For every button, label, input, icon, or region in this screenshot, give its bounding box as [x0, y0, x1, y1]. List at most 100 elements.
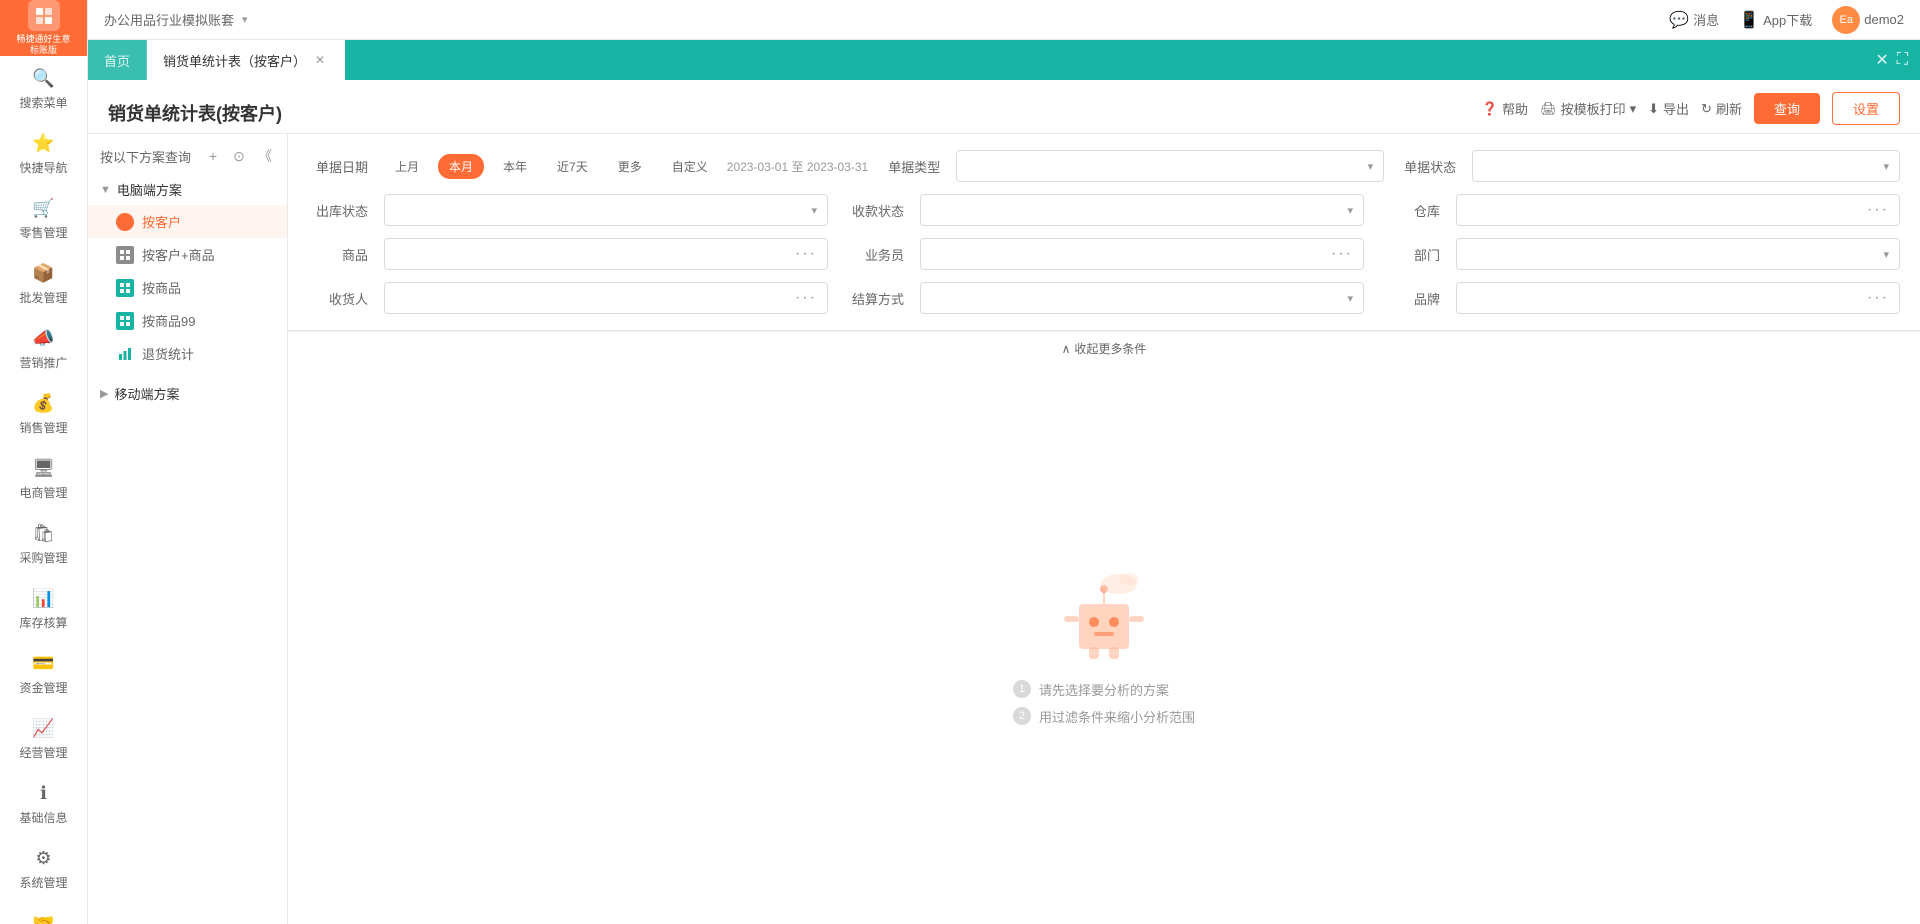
doc-type-field[interactable]: ▾: [956, 150, 1384, 182]
sidebar-item-marketing[interactable]: 📣 营销推广: [0, 316, 88, 381]
department-label: 部门: [1380, 245, 1440, 264]
tab-expand-button[interactable]: ⛶: [1897, 51, 1908, 69]
tab-close-button[interactable]: ✕: [312, 52, 328, 68]
logo-text: 畅捷通好生意: [16, 34, 70, 45]
shipment-label: 出库状态: [308, 201, 368, 220]
refresh-button[interactable]: ↻ 刷新: [1701, 99, 1742, 118]
settlement-field[interactable]: ▾: [920, 282, 1364, 314]
sidebar-item-finance[interactable]: 💳 资金管理: [0, 641, 88, 706]
breadcrumb: 办公用品行业模拟账套: [104, 10, 234, 29]
sidebar-item-inventory[interactable]: 📊 库存核算: [0, 576, 88, 641]
scheme-add-button[interactable]: +: [203, 146, 223, 166]
sidebar-item-quick-nav[interactable]: ⭐ 快捷导航: [0, 121, 88, 186]
purchase-icon: 🛍: [32, 521, 56, 545]
basic-icon: ℹ: [32, 781, 56, 805]
scheme-item-by-goods-99[interactable]: 按商品99: [88, 304, 287, 337]
mobile-group-label: 移动端方案: [114, 384, 179, 403]
content-area: 销货单统计表(按客户) ❓ 帮助 🖨 按模板打印 ▾ ⬇ 导出 ↻ 刷新: [88, 80, 1920, 924]
date-tag-this-year[interactable]: 本年: [492, 154, 538, 179]
sidebar-item-retail[interactable]: 🛒 零售管理: [0, 186, 88, 251]
desktop-group-arrow: ▼: [100, 184, 111, 196]
brand-field[interactable]: ···: [1456, 282, 1900, 314]
date-tag-more[interactable]: 更多: [607, 154, 653, 179]
sidebar-item-system[interactable]: ⚙ 系统管理: [0, 836, 88, 901]
sidebar-item-purchase[interactable]: 🛍 采购管理: [0, 511, 88, 576]
sidebar-label-marketing: 营销推广: [19, 354, 67, 371]
filter-row-4: 收货人 ··· 结算方式 ▾ 品牌 ···: [308, 282, 1900, 314]
mobile-group-arrow: ▶: [100, 387, 108, 400]
collapse-button[interactable]: ∧ 收起更多条件: [288, 331, 1920, 365]
salesperson-field[interactable]: ···: [920, 238, 1364, 270]
shipment-field[interactable]: ▾: [384, 194, 828, 226]
print-button[interactable]: 🖨 按模板打印 ▾: [1540, 99, 1636, 118]
warehouse-field[interactable]: ···: [1456, 194, 1900, 226]
sidebar-item-search[interactable]: 🔍 搜索菜单: [0, 56, 88, 121]
finance-icon: 💳: [32, 651, 56, 675]
sidebar-label-basic: 基础信息: [19, 809, 67, 826]
scheme-panel: 按以下方案查询 + ⊙ 《 ▼ 电脑端方案: [88, 134, 288, 924]
date-tag-this-month[interactable]: 本月: [438, 154, 484, 179]
scheme-label-by-goods-99: 按商品99: [142, 311, 195, 330]
print-label: 按模板打印: [1561, 99, 1626, 118]
print-icon: 🖨: [1540, 101, 1557, 117]
app-logo[interactable]: 畅捷通好生意 标账版: [0, 0, 88, 56]
app-download-action[interactable]: 📱 App下载: [1739, 10, 1812, 30]
sidebar-label-ecommerce: 电商管理: [19, 484, 67, 501]
desktop-group-label: 电脑端方案: [117, 180, 182, 199]
tip-text-1: 请先选择要分析的方案: [1039, 680, 1169, 699]
tab-sales-stat-label: 销货单统计表（按客户）: [163, 51, 306, 70]
sidebar-label-sales: 销售管理: [19, 419, 67, 436]
scheme-item-by-goods[interactable]: 按商品: [88, 271, 287, 304]
tab-home[interactable]: 首页: [88, 40, 147, 80]
scheme-group-mobile-header[interactable]: ▶ 移动端方案: [88, 378, 287, 409]
date-filter-row: 上月 本月 本年 近7天 更多: [384, 154, 868, 179]
sidebar-label-retail: 零售管理: [19, 224, 67, 241]
message-action[interactable]: 💬 消息: [1669, 10, 1719, 30]
scheme-group-desktop-header[interactable]: ▼ 电脑端方案: [88, 174, 287, 205]
operation-icon: 📈: [32, 716, 56, 740]
doc-status-field[interactable]: ▾: [1472, 150, 1900, 182]
download-icon: 📱: [1739, 10, 1759, 30]
sidebar-item-wholesale[interactable]: 📦 批发管理: [0, 251, 88, 316]
doc-status-arrow: ▾: [1883, 160, 1889, 173]
scheme-item-by-customer-goods[interactable]: 按客户+商品: [88, 238, 287, 271]
sidebar-label-system: 系统管理: [19, 874, 67, 891]
scheme-label-by-customer-goods: 按客户+商品: [142, 245, 215, 264]
sidebar-item-operation[interactable]: 📈 经营管理: [0, 706, 88, 771]
user-profile[interactable]: Ea demo2: [1832, 6, 1904, 34]
sidebar-item-ecommerce[interactable]: 🖥 电商管理: [0, 446, 88, 511]
filter-row-3: 商品 ··· 业务员 ··· 部门 ▾: [308, 238, 1900, 270]
wholesale-icon: 📦: [32, 261, 56, 285]
setting-button[interactable]: 设置: [1832, 92, 1900, 125]
salesperson-label: 业务员: [844, 245, 904, 264]
date-tag-7days[interactable]: 近7天: [546, 154, 599, 179]
filter-section: 单据日期 上月 本月 本年 近7天: [288, 134, 1920, 331]
breadcrumb-arrow[interactable]: ▾: [242, 13, 248, 26]
tab-close-all-button[interactable]: ✕: [1875, 50, 1888, 70]
print-arrow[interactable]: ▾: [1630, 101, 1637, 117]
retail-icon: 🛒: [32, 196, 56, 220]
scheme-header-label: 按以下方案查询: [100, 147, 191, 166]
date-tag-last-month[interactable]: 上月: [384, 154, 430, 179]
sidebar-item-sales[interactable]: 💰 销售管理: [0, 381, 88, 446]
query-button[interactable]: 查询: [1754, 93, 1820, 124]
sidebar-item-coop[interactable]: 🤝 企业协同: [0, 901, 88, 924]
payment-field[interactable]: ▾: [920, 194, 1364, 226]
refresh-label: 刷新: [1716, 99, 1742, 118]
scheme-settings-button[interactable]: ⊙: [229, 146, 249, 166]
department-field[interactable]: ▾: [1456, 238, 1900, 270]
date-tag-custom[interactable]: 自定义: [661, 154, 719, 179]
export-button[interactable]: ⬇ 导出: [1648, 99, 1689, 118]
scheme-group-mobile: ▶ 移动端方案: [88, 378, 287, 409]
recipient-field[interactable]: ···: [384, 282, 828, 314]
scheme-item-return-stat[interactable]: 退货统计: [88, 337, 287, 370]
page-actions: ❓ 帮助 🖨 按模板打印 ▾ ⬇ 导出 ↻ 刷新 查询 设置: [1482, 92, 1900, 133]
scheme-item-by-customer[interactable]: 按客户: [88, 205, 287, 238]
marketing-icon: 📣: [32, 326, 56, 350]
help-button[interactable]: ❓ 帮助: [1482, 99, 1528, 118]
scheme-icon-by-customer: [116, 213, 134, 231]
tab-sales-stat[interactable]: 销货单统计表（按客户） ✕: [147, 40, 345, 80]
scheme-collapse-button[interactable]: 《: [255, 146, 275, 166]
goods-field[interactable]: ···: [384, 238, 828, 270]
sidebar-item-basic[interactable]: ℹ 基础信息: [0, 771, 88, 836]
